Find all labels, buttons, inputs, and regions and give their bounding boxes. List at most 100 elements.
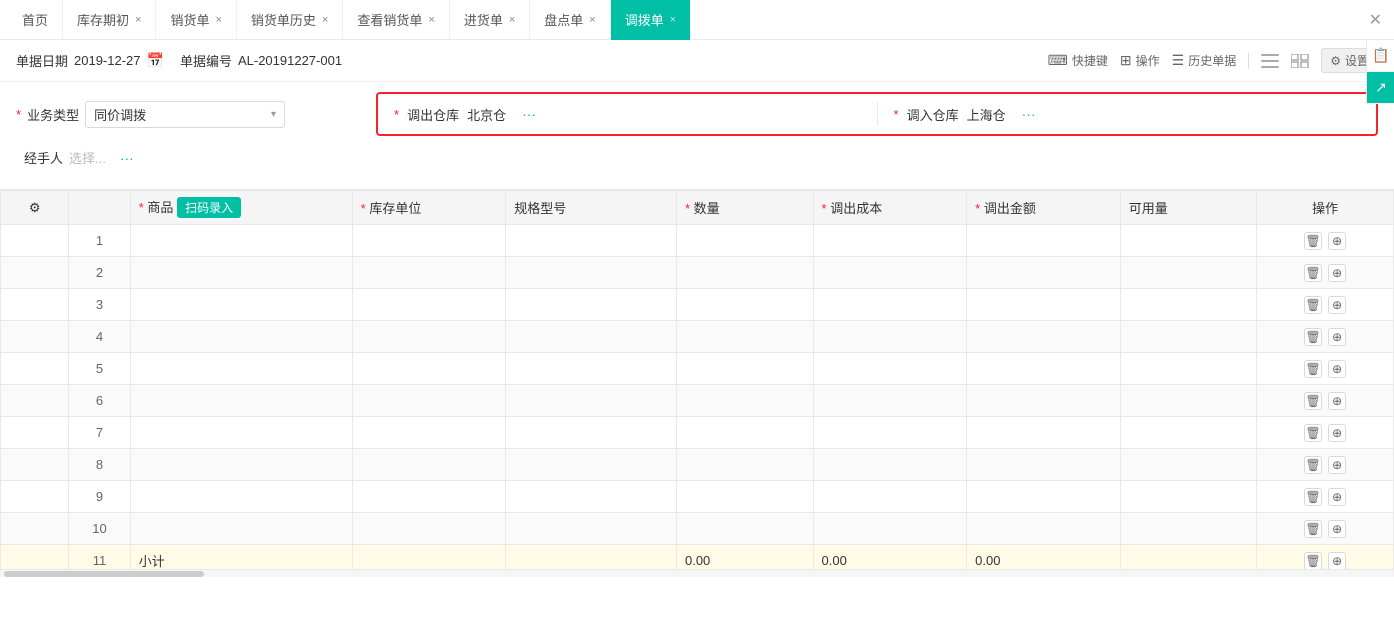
cell-cost-7[interactable]	[813, 417, 967, 449]
sidebar-expand-icon[interactable]: ↗	[1367, 72, 1394, 104]
cell-spec-5[interactable]	[506, 353, 677, 385]
cell-amount-6[interactable]	[967, 385, 1121, 417]
delete-row-9-icon[interactable]: 🗑	[1304, 488, 1322, 506]
tab-close-inventory-check[interactable]: ×	[589, 14, 595, 26]
operations-button[interactable]: ⊞ 操作	[1120, 52, 1160, 69]
tab-sales-order[interactable]: 销货单 ×	[156, 0, 236, 40]
cell-product-6[interactable]	[130, 385, 352, 417]
person-more-icon[interactable]: ···	[120, 150, 134, 166]
delete-row-5-icon[interactable]: 🗑	[1304, 360, 1322, 378]
cell-qty-2[interactable]	[676, 257, 813, 289]
copy-row-9-icon[interactable]: ⊕	[1328, 488, 1346, 506]
cell-amount-3[interactable]	[967, 289, 1121, 321]
cell-unit-10[interactable]	[352, 513, 506, 545]
subtotal-copy-icon[interactable]: ⊕	[1328, 552, 1346, 570]
delete-row-6-icon[interactable]: 🗑	[1304, 392, 1322, 410]
delete-row-8-icon[interactable]: 🗑	[1304, 456, 1322, 474]
tab-close-purchase-order[interactable]: ×	[509, 14, 515, 26]
scrollbar-thumb[interactable]	[4, 571, 204, 577]
subtotal-delete-icon[interactable]: 🗑	[1304, 552, 1322, 570]
delete-row-1-icon[interactable]: 🗑	[1304, 232, 1322, 250]
tab-sales-history[interactable]: 销货单历史 ×	[237, 0, 343, 40]
cell-amount-9[interactable]	[967, 481, 1121, 513]
cell-spec-7[interactable]	[506, 417, 677, 449]
cell-cost-10[interactable]	[813, 513, 967, 545]
cell-cost-4[interactable]	[813, 321, 967, 353]
copy-row-8-icon[interactable]: ⊕	[1328, 456, 1346, 474]
copy-row-10-icon[interactable]: ⊕	[1328, 520, 1346, 538]
delete-row-10-icon[interactable]: 🗑	[1304, 520, 1322, 538]
cell-qty-4[interactable]	[676, 321, 813, 353]
tab-close-sales-history[interactable]: ×	[322, 14, 328, 26]
cell-product-10[interactable]	[130, 513, 352, 545]
cell-amount-7[interactable]	[967, 417, 1121, 449]
cell-cost-3[interactable]	[813, 289, 967, 321]
tab-transfer-order[interactable]: 调拨单 ×	[611, 0, 691, 40]
cell-unit-1[interactable]	[352, 225, 506, 257]
sidebar-notes-icon[interactable]: 📋	[1367, 40, 1394, 72]
tab-close-sales-order[interactable]: ×	[215, 14, 221, 26]
shortcuts-button[interactable]: ⌨ 快捷键	[1048, 52, 1108, 69]
cell-amount-2[interactable]	[967, 257, 1121, 289]
cell-spec-6[interactable]	[506, 385, 677, 417]
window-close-button[interactable]: ✕	[1369, 10, 1382, 30]
cell-amount-8[interactable]	[967, 449, 1121, 481]
to-warehouse-more-icon[interactable]: ···	[1022, 106, 1036, 122]
copy-row-4-icon[interactable]: ⊕	[1328, 328, 1346, 346]
cell-cost-6[interactable]	[813, 385, 967, 417]
cell-product-5[interactable]	[130, 353, 352, 385]
cell-unit-9[interactable]	[352, 481, 506, 513]
scan-button[interactable]: 扫码录入	[177, 197, 241, 218]
copy-row-5-icon[interactable]: ⊕	[1328, 360, 1346, 378]
cell-qty-5[interactable]	[676, 353, 813, 385]
layout-list-button[interactable]	[1261, 54, 1279, 68]
cell-spec-2[interactable]	[506, 257, 677, 289]
cell-cost-5[interactable]	[813, 353, 967, 385]
cell-cost-9[interactable]	[813, 481, 967, 513]
cell-unit-8[interactable]	[352, 449, 506, 481]
history-button[interactable]: ☰ 历史单据	[1172, 52, 1237, 69]
tab-purchase-order[interactable]: 进货单 ×	[450, 0, 530, 40]
calendar-icon[interactable]: 📅	[147, 52, 164, 69]
cell-qty-9[interactable]	[676, 481, 813, 513]
cell-unit-6[interactable]	[352, 385, 506, 417]
tab-view-sales[interactable]: 查看销货单 ×	[343, 0, 449, 40]
delete-row-4-icon[interactable]: 🗑	[1304, 328, 1322, 346]
cell-amount-4[interactable]	[967, 321, 1121, 353]
cell-spec-3[interactable]	[506, 289, 677, 321]
copy-row-6-icon[interactable]: ⊕	[1328, 392, 1346, 410]
tab-close-transfer-order[interactable]: ×	[670, 14, 676, 26]
copy-row-2-icon[interactable]: ⊕	[1328, 264, 1346, 282]
cell-spec-4[interactable]	[506, 321, 677, 353]
person-select[interactable]: 选择...	[69, 148, 106, 167]
cell-spec-1[interactable]	[506, 225, 677, 257]
copy-row-3-icon[interactable]: ⊕	[1328, 296, 1346, 314]
cell-product-9[interactable]	[130, 481, 352, 513]
copy-row-1-icon[interactable]: ⊕	[1328, 232, 1346, 250]
cell-qty-10[interactable]	[676, 513, 813, 545]
horizontal-scrollbar[interactable]	[0, 569, 1394, 577]
th-settings[interactable]: ⚙	[1, 191, 69, 225]
cell-qty-3[interactable]	[676, 289, 813, 321]
cell-product-7[interactable]	[130, 417, 352, 449]
cell-qty-8[interactable]	[676, 449, 813, 481]
copy-row-7-icon[interactable]: ⊕	[1328, 424, 1346, 442]
cell-amount-1[interactable]	[967, 225, 1121, 257]
cell-spec-8[interactable]	[506, 449, 677, 481]
cell-spec-9[interactable]	[506, 481, 677, 513]
cell-product-2[interactable]	[130, 257, 352, 289]
cell-cost-1[interactable]	[813, 225, 967, 257]
cell-amount-10[interactable]	[967, 513, 1121, 545]
cell-qty-7[interactable]	[676, 417, 813, 449]
cell-qty-6[interactable]	[676, 385, 813, 417]
cell-cost-8[interactable]	[813, 449, 967, 481]
delete-row-2-icon[interactable]: 🗑	[1304, 264, 1322, 282]
cell-unit-3[interactable]	[352, 289, 506, 321]
tab-close-inventory-init[interactable]: ×	[135, 14, 141, 26]
layout-grid-button[interactable]	[1291, 54, 1309, 68]
cell-product-4[interactable]	[130, 321, 352, 353]
cell-product-1[interactable]	[130, 225, 352, 257]
cell-amount-5[interactable]	[967, 353, 1121, 385]
tab-close-view-sales[interactable]: ×	[428, 14, 434, 26]
delete-row-3-icon[interactable]: 🗑	[1304, 296, 1322, 314]
